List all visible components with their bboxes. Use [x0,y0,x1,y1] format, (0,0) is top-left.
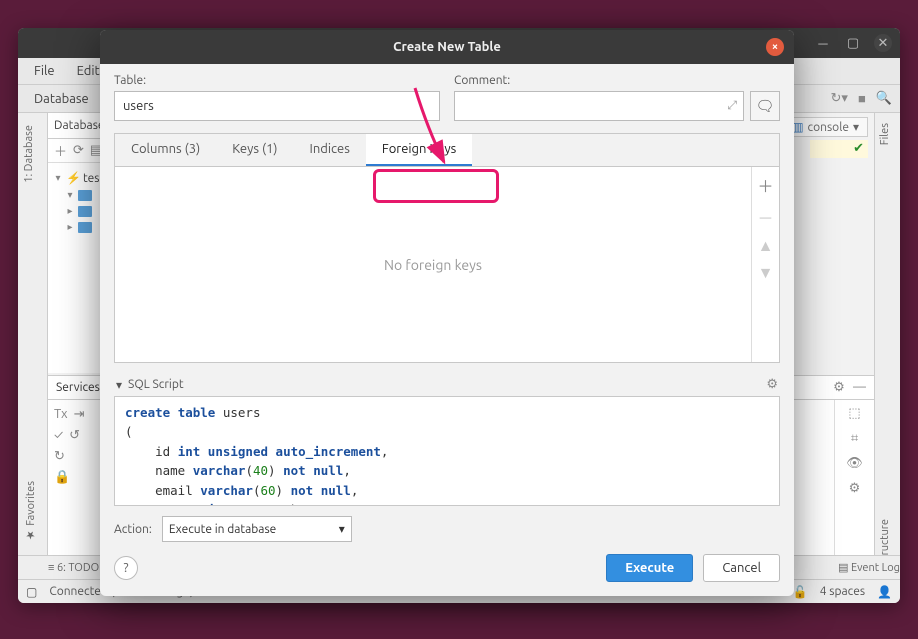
remove-icon[interactable]: － [757,205,773,229]
expand-icon[interactable]: ⤢ [727,99,737,113]
tab-indices[interactable]: Indices [294,134,366,166]
move-down-icon[interactable]: ▼ [758,264,774,283]
folder-icon [78,222,92,233]
action-label: Action: [114,523,152,536]
gear-icon[interactable]: ⚙ [849,481,861,496]
event-log[interactable]: ▤ Event Log [838,561,900,574]
layout-icon[interactable]: ⬚ [848,406,860,421]
gear-icon[interactable]: ⚙ [833,380,845,394]
toolbar-right: ↻▾ ■ 🔍 [831,91,900,106]
refresh-icon[interactable]: ⟳ [73,143,84,158]
tx-label: Tx [54,407,68,422]
notify-icon[interactable]: 👤 [877,585,892,599]
db-root[interactable]: tes [83,172,100,185]
stop-icon[interactable]: ■ [858,91,866,106]
cancel-button[interactable]: Cancel [703,554,780,582]
close-icon[interactable]: × [766,38,784,56]
table-name-input[interactable]: users [114,91,440,121]
comment-label: Comment: [454,74,780,87]
eye-icon[interactable]: 👁 [846,456,863,471]
add-icon[interactable]: ＋ [757,173,773,197]
add-icon[interactable]: ＋ [54,141,67,160]
minimize-icon[interactable]: － [814,34,832,52]
lock-icon[interactable]: 🔒 [54,470,70,485]
rollback-icon[interactable]: ↺ [69,428,80,443]
help-button[interactable]: ? [114,556,138,580]
chevron-down-icon: ▾ [339,522,345,536]
left-gutter-database[interactable]: 1: Database [23,125,35,183]
status-icon: ▢ [26,585,37,599]
table-label: Table: [114,74,440,87]
gear-icon[interactable]: ⚙ [766,377,778,392]
foreign-keys-empty: No foreign keys [115,167,751,362]
right-gutter-files[interactable]: Files [879,123,891,145]
tab-keys[interactable]: Keys (1) [216,134,293,166]
right-gutter: Files Structure [874,113,900,575]
folder-icon [78,190,92,201]
dialog-title: Create New Table [393,40,501,54]
comment-toggle-button[interactable]: 🗨 [750,91,780,121]
hide-icon[interactable]: — [853,380,866,394]
sql-script-label: SQL Script [128,378,184,391]
sql-script-toggle[interactable]: ▾ SQL Script [116,378,184,392]
close-icon[interactable]: ✕ [874,34,892,52]
tab-foreign-keys[interactable]: Foreign Keys [366,134,472,166]
action-select[interactable]: Execute in database ▾ [162,516,352,542]
dialog-tabs: Columns (3) Keys (1) Indices Foreign Key… [115,134,779,167]
folder-icon [78,206,92,217]
favorites-tab[interactable]: ★ Favorites [18,475,43,547]
breadcrumb[interactable]: Database [24,88,99,110]
create-table-dialog: Create New Table × Table: users Comment:… [100,30,794,596]
maximize-icon[interactable]: ▢ [844,34,862,52]
rerun-icon[interactable]: ↻ [54,449,65,464]
ddl-icon[interactable]: ⌗ [851,431,858,446]
search-icon[interactable]: 🔍 [876,91,892,106]
dialog-titlebar[interactable]: Create New Table × [100,30,794,64]
comment-input[interactable]: ⤢ [454,91,744,121]
menu-file[interactable]: File [24,61,65,81]
services-title[interactable]: Services [56,381,100,394]
services-tools: ⚙ — [833,380,866,395]
tx-indent-icon[interactable]: ⇥ [74,407,85,422]
tab-columns[interactable]: Columns (3) [115,134,216,166]
console-badge[interactable]: ▥console▾ [783,117,868,137]
chevron-down-icon: ▾ [116,378,122,392]
commit-icon[interactable]: ✓ [54,428,63,443]
status-indent[interactable]: 4 spaces [820,585,865,598]
sql-script-editor[interactable]: create table users ( id int unsigned aut… [114,396,780,506]
sync-icon[interactable]: ↻▾ [831,91,848,106]
move-up-icon[interactable]: ▲ [758,237,774,256]
list-tools: ＋ － ▲ ▼ [751,167,779,362]
execute-button[interactable]: Execute [606,554,693,582]
bottom-tab-todo[interactable]: ≡ 6: TODO [48,562,99,574]
lock-icon[interactable]: 🔓 [793,585,808,599]
check-icon: ✔ [853,141,864,156]
